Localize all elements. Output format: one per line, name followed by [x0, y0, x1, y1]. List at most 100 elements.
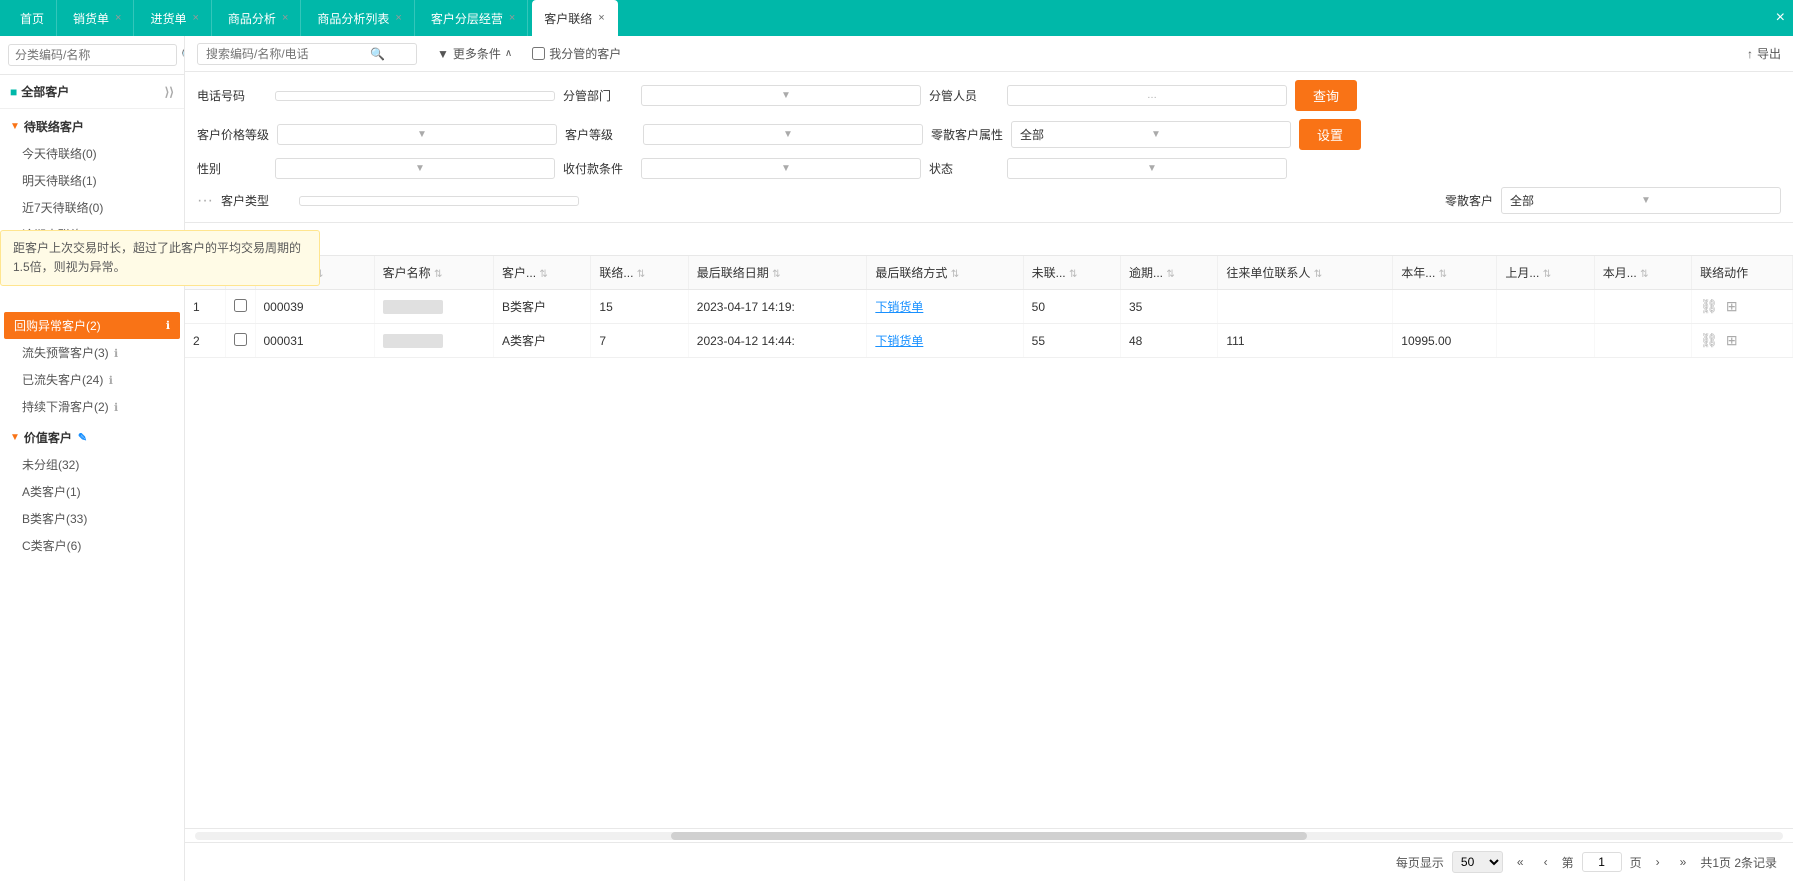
- sidebar-item-a-class[interactable]: A类客户(1): [0, 478, 184, 505]
- sidebar-item-declining[interactable]: 持续下滑客户(2) ℹ: [0, 393, 184, 420]
- value-customer-header[interactable]: ▼ 价值客户 ✎: [0, 424, 184, 451]
- sidebar-item-tomorrow[interactable]: 明天待联络(1): [0, 167, 184, 194]
- sidebar-item-today[interactable]: 今天待联络(0): [0, 140, 184, 167]
- row2-last-method[interactable]: 下销货单: [867, 324, 1023, 358]
- retail-attr-dropdown[interactable]: 全部 ▼: [1011, 121, 1291, 148]
- tab-customer-segmentation[interactable]: 客户分层经营 ×: [419, 0, 528, 36]
- sidebar-item-7days[interactable]: 近7天待联络(0): [0, 194, 184, 221]
- customer-level-dropdown[interactable]: ▼: [643, 124, 923, 145]
- edit-value-icon[interactable]: ✎: [78, 431, 87, 444]
- tab-product-analysis[interactable]: 商品分析 ×: [216, 0, 301, 36]
- scrollbar-track[interactable]: [195, 832, 1783, 840]
- sidebar-search-input[interactable]: [8, 44, 177, 66]
- row2-no-contact: 55: [1023, 324, 1120, 358]
- setting-button[interactable]: 设置: [1299, 119, 1361, 150]
- horizontal-scrollbar[interactable]: [185, 828, 1793, 842]
- close-tab-customer-seg[interactable]: ×: [509, 12, 515, 24]
- col-last-month[interactable]: 上月... ⇅: [1497, 256, 1594, 290]
- sort-overdue-icon[interactable]: ⇅: [1166, 269, 1174, 280]
- col-last-date[interactable]: 最后联络日期 ⇅: [688, 256, 867, 290]
- price-level-dropdown[interactable]: ▼: [277, 124, 557, 145]
- close-tab-purchase[interactable]: ×: [192, 12, 198, 24]
- page-number-input[interactable]: [1582, 852, 1622, 872]
- close-tab-product-list[interactable]: ×: [395, 12, 401, 24]
- row1-action-link[interactable]: ⛓: [1700, 298, 1718, 315]
- phone-input[interactable]: [275, 91, 555, 101]
- close-tab-contact[interactable]: ×: [598, 12, 604, 24]
- filter-more-dots[interactable]: ···: [197, 192, 213, 210]
- dept-dropdown[interactable]: ▼: [641, 85, 921, 106]
- sort-this-year-icon[interactable]: ⇅: [1439, 269, 1447, 280]
- col-this-month[interactable]: 本月... ⇅: [1594, 256, 1691, 290]
- tab-purchase[interactable]: 进货单 ×: [138, 0, 211, 36]
- gender-dropdown[interactable]: ▼: [275, 158, 555, 179]
- row1-last-method[interactable]: 下销货单: [867, 290, 1023, 324]
- col-unit-contact[interactable]: 往来单位联系人 ⇅: [1218, 256, 1393, 290]
- sort-no-contact-icon[interactable]: ⇅: [1069, 269, 1077, 280]
- col-overdue[interactable]: 逾期... ⇅: [1121, 256, 1218, 290]
- next-page-btn[interactable]: ›: [1650, 853, 1666, 871]
- sort-last-month-icon[interactable]: ⇅: [1543, 269, 1551, 280]
- col-name[interactable]: 客户名称 ⇅: [374, 256, 493, 290]
- sort-method-icon[interactable]: ⇅: [951, 269, 959, 280]
- sort-this-month-icon[interactable]: ⇅: [1640, 269, 1648, 280]
- col-type[interactable]: 客户... ⇅: [494, 256, 591, 290]
- close-all-tabs[interactable]: ×: [1776, 9, 1785, 27]
- sort-date-icon[interactable]: ⇅: [772, 269, 780, 280]
- tab-home[interactable]: 首页: [8, 0, 57, 36]
- prev-page-btn[interactable]: ‹: [1538, 853, 1554, 871]
- row2-action-link[interactable]: ⛓: [1700, 332, 1718, 349]
- sidebar-item-c-class[interactable]: C类客户(6): [0, 532, 184, 559]
- sort-type-icon[interactable]: ⇅: [539, 269, 547, 280]
- retail-dropdown[interactable]: 全部 ▼: [1501, 187, 1781, 214]
- collapse-sidebar-btn[interactable]: ⟩⟩: [165, 85, 174, 99]
- row1-action-grid[interactable]: ⊞: [1726, 298, 1738, 315]
- sidebar-item-loss-warning[interactable]: 流失预警客户(3) ℹ: [0, 339, 184, 366]
- row1-code: 000039: [255, 290, 374, 324]
- per-page-select[interactable]: 50 100 200: [1452, 851, 1503, 873]
- row2-this-month: [1594, 324, 1691, 358]
- row1-last-date: 2023-04-17 14:19:: [688, 290, 867, 324]
- payment-dropdown[interactable]: ▼: [641, 158, 921, 179]
- query-button[interactable]: 查询: [1295, 80, 1357, 111]
- col-this-year[interactable]: 本年... ⇅: [1393, 256, 1497, 290]
- last-page-btn[interactable]: »: [1674, 853, 1693, 871]
- first-page-btn[interactable]: «: [1511, 853, 1530, 871]
- customer-type-dropdown[interactable]: [299, 196, 579, 206]
- tab-sales-order[interactable]: 销货单 ×: [61, 0, 134, 36]
- sort-contact-icon[interactable]: ⇅: [637, 269, 645, 280]
- all-customers-header[interactable]: ■ 全部客户 ⟩⟩: [0, 75, 184, 109]
- my-customers-filter[interactable]: 我分管的客户: [532, 45, 621, 62]
- close-tab-sales[interactable]: ×: [115, 12, 121, 24]
- tab-customer-contact[interactable]: 客户联络 ×: [532, 0, 617, 36]
- sidebar-item-abnormal-repurchase[interactable]: 回购异常客户(2) ℹ: [4, 312, 180, 339]
- sidebar-item-ungroup[interactable]: 未分组(32): [0, 451, 184, 478]
- sidebar-item-lost[interactable]: 已流失客户(24) ℹ: [0, 366, 184, 393]
- search-box[interactable]: 🔍: [197, 43, 417, 65]
- scrollbar-thumb[interactable]: [671, 832, 1306, 840]
- close-tab-product-analysis[interactable]: ×: [282, 12, 288, 24]
- sort-unit-contact-icon[interactable]: ⇅: [1314, 269, 1322, 280]
- sort-name-icon[interactable]: ⇅: [434, 269, 442, 280]
- search-input[interactable]: [206, 47, 366, 61]
- row2-action-grid[interactable]: ⊞: [1726, 332, 1738, 349]
- row1-checkbox[interactable]: [225, 290, 255, 324]
- more-conditions-btn[interactable]: ▼ 更多条件 ∧: [429, 42, 520, 65]
- export-btn[interactable]: ↑ 导出: [1747, 45, 1781, 62]
- customer-table: 客户编码 ⇅ 客户名称 ⇅ 客户... ⇅ 联络...: [185, 256, 1793, 358]
- retail-arrow: ▼: [1641, 195, 1772, 206]
- row1-index: 1: [185, 290, 225, 324]
- col-contact-count[interactable]: 联络... ⇅: [591, 256, 688, 290]
- row2-overdue: 48: [1121, 324, 1218, 358]
- sidebar-item-b-class[interactable]: B类客户(33): [0, 505, 184, 532]
- search-icon[interactable]: 🔍: [370, 47, 385, 61]
- row2-checkbox[interactable]: [225, 324, 255, 358]
- pending-contact-header[interactable]: ▼ 待联络客户: [0, 113, 184, 140]
- col-last-method[interactable]: 最后联络方式 ⇅: [867, 256, 1023, 290]
- my-customers-checkbox[interactable]: [532, 47, 545, 60]
- row2-unit-contact: 111: [1218, 324, 1393, 358]
- tab-product-analysis-list[interactable]: 商品分析列表 ×: [305, 0, 414, 36]
- col-no-contact[interactable]: 未联... ⇅: [1023, 256, 1120, 290]
- person-dropdown[interactable]: …: [1007, 85, 1287, 106]
- status-dropdown[interactable]: ▼: [1007, 158, 1287, 179]
